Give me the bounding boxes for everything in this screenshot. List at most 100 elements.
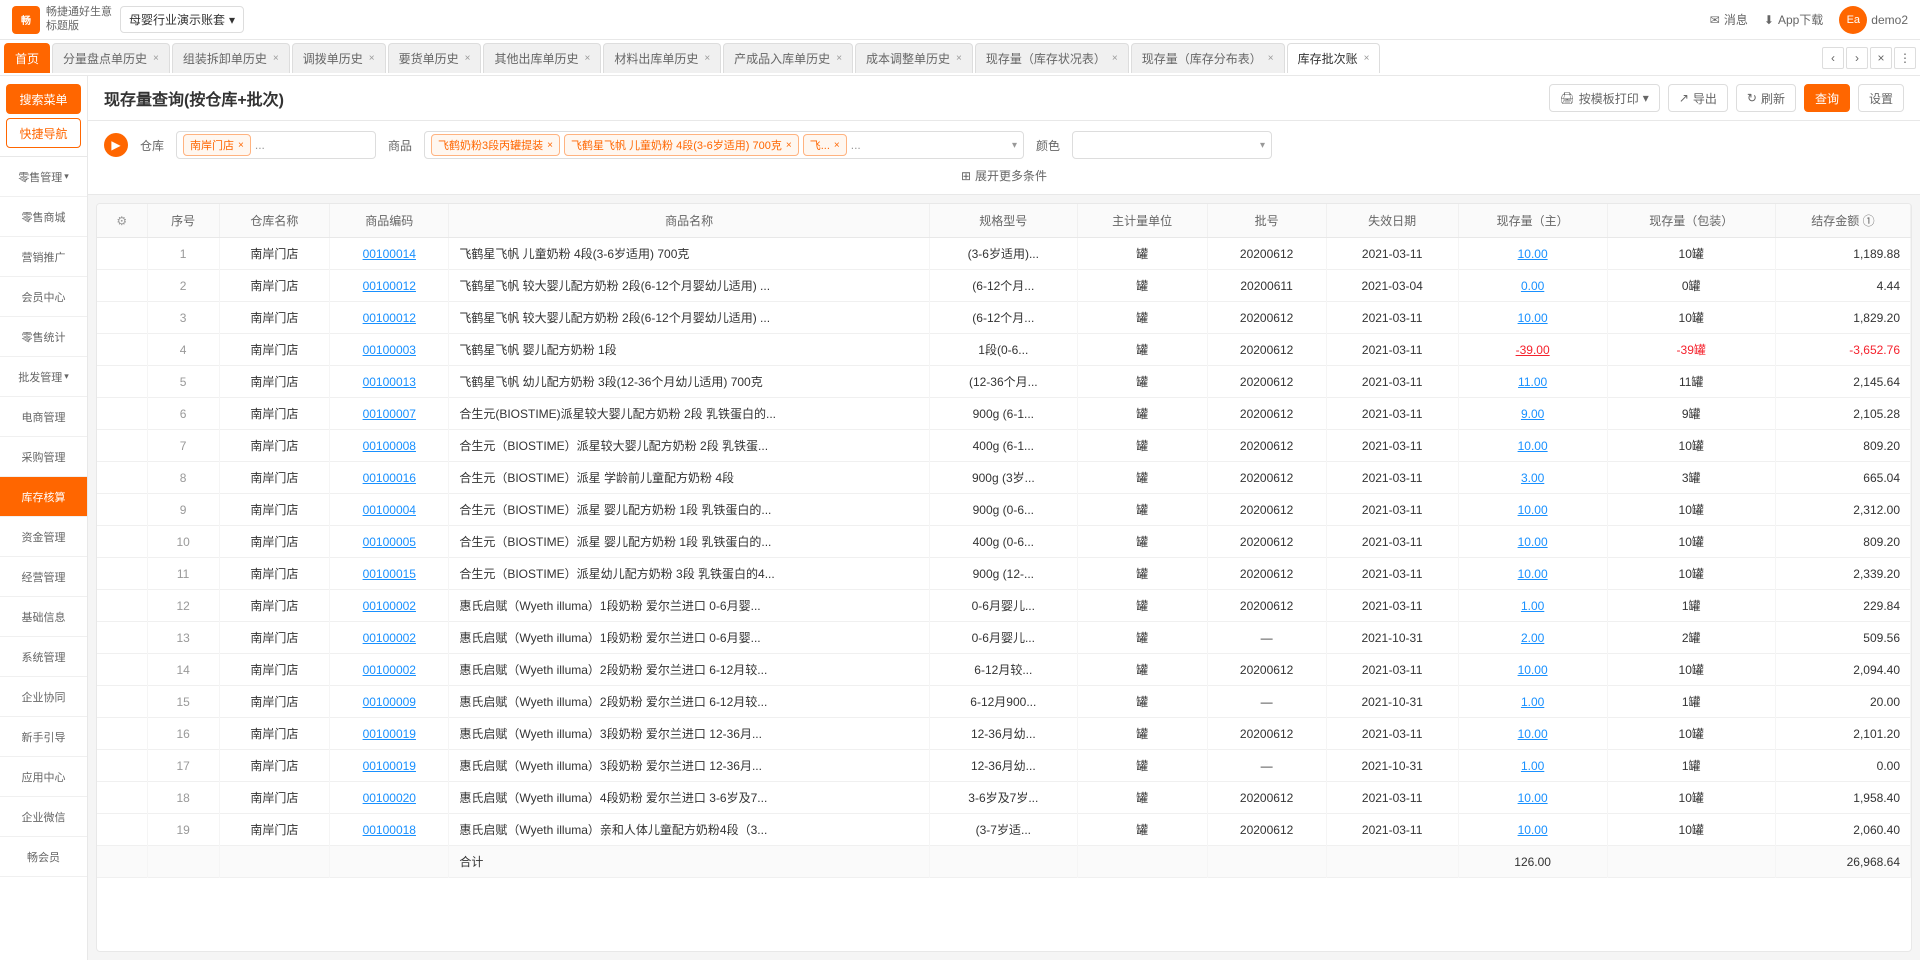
cell-qty-main[interactable]: 10.00 [1458, 302, 1607, 334]
tab-zu-chai[interactable]: 组装拆卸单历史 × [172, 43, 290, 73]
color-filter-input[interactable]: ▾ [1072, 131, 1272, 159]
message-button[interactable]: ✉ 消息 [1710, 11, 1748, 28]
sidebar-item-purchase[interactable]: 采购管理 [0, 437, 87, 477]
tab-yao-huo[interactable]: 要货单历史 × [388, 43, 482, 73]
sidebar-item-marketing[interactable]: 营销推广 [0, 237, 87, 277]
sidebar-item-retail-shop[interactable]: 零售商城 [0, 197, 87, 237]
sidebar-item-company[interactable]: 企业协同 [0, 677, 87, 717]
cell-code[interactable]: 00100009 [330, 686, 449, 718]
sidebar-item-vip[interactable]: 畅会员 [0, 837, 87, 877]
account-selector[interactable]: 母婴行业演示账套 ▾ [120, 6, 244, 33]
remove-product-tag-1-button[interactable]: × [547, 140, 553, 151]
sidebar-item-member[interactable]: 会员中心 [0, 277, 87, 317]
cell-qty-main[interactable]: 3.00 [1458, 462, 1607, 494]
query-button[interactable]: 查询 [1804, 84, 1850, 112]
tab-close-all-button[interactable]: × [1870, 47, 1892, 69]
cell-code[interactable]: 00100016 [330, 462, 449, 494]
close-icon[interactable]: × [704, 53, 710, 64]
product-filter-input[interactable]: 飞鹤奶粉3段丙罐提装 × 飞鹤星飞帆 儿童奶粉 4段(3-6岁适用) 700克 … [424, 131, 1024, 159]
cell-code[interactable]: 00100015 [330, 558, 449, 590]
cell-code[interactable]: 00100012 [330, 270, 449, 302]
export-button[interactable]: ↗ 导出 [1668, 84, 1728, 112]
cell-qty-main[interactable]: 0.00 [1458, 270, 1607, 302]
cell-qty-main[interactable]: 10.00 [1458, 430, 1607, 462]
cell-code[interactable]: 00100014 [330, 238, 449, 270]
close-icon[interactable]: × [465, 53, 471, 64]
cell-code[interactable]: 00100019 [330, 750, 449, 782]
close-icon[interactable]: × [836, 53, 842, 64]
cell-qty-main[interactable]: 1.00 [1458, 686, 1607, 718]
filter-expand-arrow-button[interactable]: ▶ [104, 133, 128, 157]
cell-code[interactable]: 00100002 [330, 622, 449, 654]
chevron-down-icon[interactable]: ▾ [1260, 140, 1265, 151]
sidebar-item-basics[interactable]: 基础信息 [0, 597, 87, 637]
close-icon[interactable]: × [153, 53, 159, 64]
sidebar-item-wechat[interactable]: 企业微信 [0, 797, 87, 837]
tab-pi-ci[interactable]: 库存批次账 × [1287, 43, 1381, 73]
cell-qty-main[interactable]: 10.00 [1458, 814, 1607, 846]
cell-code[interactable]: 00100004 [330, 494, 449, 526]
cell-qty-main[interactable]: -39.00 [1458, 334, 1607, 366]
cell-code[interactable]: 00100007 [330, 398, 449, 430]
sidebar-item-wholesale[interactable]: 批发管理 ▾ [0, 357, 87, 397]
app-download-button[interactable]: ⬇ App下载 [1764, 11, 1823, 28]
tab-chan-pin[interactable]: 产成品入库单历史 × [723, 43, 853, 73]
sidebar-item-finance[interactable]: 资金管理 [0, 517, 87, 557]
sidebar-item-retail-stats[interactable]: 零售统计 [0, 317, 87, 357]
cell-code[interactable]: 00100019 [330, 718, 449, 750]
tab-cheng-ben[interactable]: 成本调整单历史 × [855, 43, 973, 73]
cell-qty-main[interactable]: 1.00 [1458, 590, 1607, 622]
sidebar-item-new-guide[interactable]: 新手引导 [0, 717, 87, 757]
close-icon[interactable]: × [584, 53, 590, 64]
cell-code[interactable]: 00100003 [330, 334, 449, 366]
cell-code[interactable]: 00100002 [330, 654, 449, 686]
cell-code[interactable]: 00100020 [330, 782, 449, 814]
tab-qi-ta[interactable]: 其他出库单历史 × [483, 43, 601, 73]
tab-next-button[interactable]: › [1846, 47, 1868, 69]
cell-qty-main[interactable]: 10.00 [1458, 654, 1607, 686]
settings-button[interactable]: 设置 [1858, 84, 1904, 112]
print-button[interactable]: 🖨 按模板打印 ▾ [1549, 84, 1660, 112]
cell-code[interactable]: 00100013 [330, 366, 449, 398]
search-menu-button[interactable]: 搜索菜单 [6, 84, 81, 114]
filter-more-button[interactable]: ... [255, 138, 265, 152]
cell-qty-main[interactable]: 10.00 [1458, 494, 1607, 526]
sidebar-item-app-center[interactable]: 应用中心 [0, 757, 87, 797]
sidebar-item-business[interactable]: 经营管理 [0, 557, 87, 597]
remove-product-tag-2-button[interactable]: × [786, 140, 792, 151]
close-icon[interactable]: × [1112, 53, 1118, 64]
col-settings[interactable]: ⚙ [97, 204, 147, 238]
cell-qty-main[interactable]: 10.00 [1458, 526, 1607, 558]
cell-qty-main[interactable]: 2.00 [1458, 622, 1607, 654]
tab-cai-liao[interactable]: 材料出库单历史 × [603, 43, 721, 73]
tab-diao-bo[interactable]: 调拨单历史 × [292, 43, 386, 73]
sidebar-item-retail-mgmt[interactable]: 零售管理 ▾ [0, 157, 87, 197]
close-icon[interactable]: × [1268, 53, 1274, 64]
cell-qty-main[interactable]: 1.00 [1458, 750, 1607, 782]
close-icon[interactable]: × [273, 53, 279, 64]
sidebar-item-system[interactable]: 系统管理 [0, 637, 87, 677]
close-icon[interactable]: × [956, 53, 962, 64]
settings-icon[interactable]: ⚙ [116, 214, 127, 228]
close-icon[interactable]: × [369, 53, 375, 64]
cell-code[interactable]: 00100008 [330, 430, 449, 462]
refresh-button[interactable]: ↻ 刷新 [1736, 84, 1796, 112]
remove-warehouse-tag-button[interactable]: × [238, 140, 244, 151]
cell-qty-main[interactable]: 9.00 [1458, 398, 1607, 430]
cell-code[interactable]: 00100018 [330, 814, 449, 846]
cell-code[interactable]: 00100002 [330, 590, 449, 622]
sidebar-item-ecommerce[interactable]: 电商管理 [0, 397, 87, 437]
cell-code[interactable]: 00100012 [330, 302, 449, 334]
cell-qty-main[interactable]: 10.00 [1458, 718, 1607, 750]
tab-xian-cun-fen[interactable]: 现存量（库存分布表） × [1131, 43, 1285, 73]
quick-nav-button[interactable]: 快捷导航 [6, 118, 81, 148]
tab-menu-button[interactable]: ⋮ [1894, 47, 1916, 69]
tab-home[interactable]: 首页 [4, 43, 50, 73]
warehouse-filter-input[interactable]: 南岸门店 × ... [176, 131, 376, 159]
chevron-down-icon[interactable]: ▾ [1012, 140, 1017, 151]
tab-prev-button[interactable]: ‹ [1822, 47, 1844, 69]
user-area[interactable]: Ea demo2 [1839, 6, 1908, 34]
expand-conditions-button[interactable]: ⊞ 展开更多条件 [961, 167, 1047, 184]
cell-qty-main[interactable]: 10.00 [1458, 782, 1607, 814]
cell-qty-main[interactable]: 10.00 [1458, 558, 1607, 590]
